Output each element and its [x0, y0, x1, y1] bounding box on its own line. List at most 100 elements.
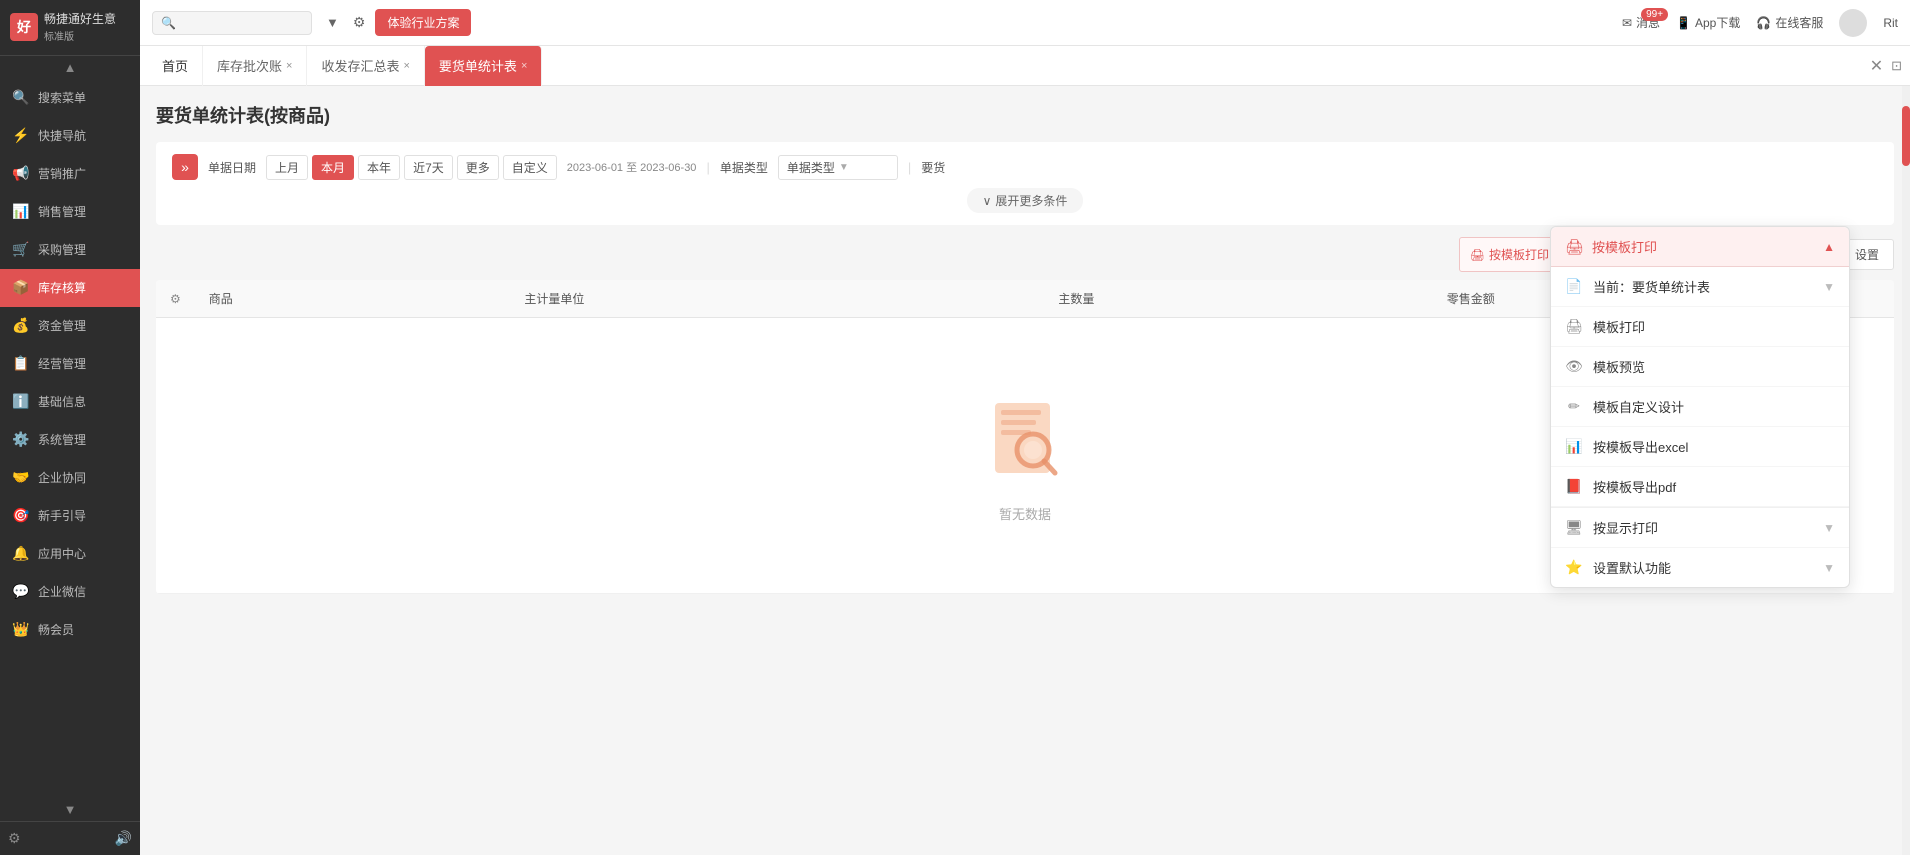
dropdown-current-template[interactable]: 📄 当前：要货单统计表 ▼: [1551, 267, 1849, 307]
tab-collection-close[interactable]: ×: [403, 60, 409, 72]
sidebar-item-system-label: 系统管理: [38, 431, 86, 448]
dropdown-item-display-print[interactable]: 🖥 按显示打印 ▼: [1551, 508, 1849, 548]
trial-industry-button[interactable]: 体验行业方案: [375, 9, 471, 36]
topbar-app-download[interactable]: 📱 App下载: [1676, 14, 1740, 31]
sidebar-scroll-up[interactable]: ▲: [0, 56, 140, 79]
sidebar-item-quick-label: 快捷导航: [38, 127, 86, 144]
dropdown-item-default-func[interactable]: ⭐ 设置默认功能 ▼: [1551, 548, 1849, 587]
date-btn-cur[interactable]: 本月: [312, 155, 354, 180]
topbar-dropdown-btn[interactable]: ▼: [322, 15, 343, 30]
dropdown-item-template-excel[interactable]: 📊 按模板导出excel: [1551, 427, 1849, 467]
dropdown-item-template-custom[interactable]: ✏ 模板自定义设计: [1551, 387, 1849, 427]
sidebar-item-wechat[interactable]: 💬 企业微信: [0, 573, 140, 611]
default-func-icon: ⭐: [1565, 559, 1583, 576]
current-template-left: 📄 当前：要货单统计表: [1565, 277, 1710, 296]
date-btn-custom[interactable]: 自定义: [503, 155, 557, 180]
sidebar-item-sales-label: 销售管理: [38, 203, 86, 220]
right-scrollbar[interactable]: [1902, 86, 1910, 855]
username-label[interactable]: Rit: [1883, 16, 1898, 30]
dropdown-print-icon: 🖨: [1565, 238, 1584, 256]
dropdown-item-template-preview[interactable]: 👁 模板预览: [1551, 347, 1849, 387]
operation-icon: 📋: [12, 355, 30, 373]
window-expand-btn[interactable]: ⊡: [1891, 58, 1902, 74]
user-avatar[interactable]: [1839, 9, 1867, 37]
print-label: 按模板打印: [1489, 246, 1549, 263]
sound-icon[interactable]: 🔊: [115, 830, 132, 847]
service-label: 在线客服: [1775, 14, 1823, 31]
sidebar-item-wechat-label: 企业微信: [38, 583, 86, 600]
default-func-arrow-icon: ▼: [1823, 561, 1835, 575]
service-icon: 🎧: [1756, 16, 1771, 30]
print-icon: 🖨: [1470, 248, 1485, 262]
quick-icon: ⚡: [12, 127, 30, 145]
template-custom-label: 模板自定义设计: [1593, 397, 1684, 416]
empty-text: 暂无数据: [999, 504, 1051, 523]
finance-icon: 💰: [12, 317, 30, 335]
order-type-label: 单据类型: [720, 159, 768, 176]
collab-icon: 🤝: [12, 469, 30, 487]
display-print-arrow-icon: ▼: [1823, 521, 1835, 535]
tab-order-stats[interactable]: 要货单统计表 ×: [425, 46, 542, 86]
sidebar: 好 畅捷通好生意 标准版 ▲ 🔍 搜索菜单 ⚡ 快捷导航 📢 营销推广 📊 销售…: [0, 0, 140, 855]
date-btn-prev[interactable]: 上月: [266, 155, 308, 180]
sidebar-item-collab[interactable]: 🤝 企业协同: [0, 459, 140, 497]
window-close-btn[interactable]: ✕: [1870, 56, 1883, 76]
wechat-icon: 💬: [12, 583, 30, 601]
date-label: 单据日期: [208, 159, 256, 176]
table-header-goods: 商品: [195, 280, 511, 318]
order-type-select[interactable]: 单据类型 ▼: [778, 155, 898, 180]
sidebar-item-operation[interactable]: 📋 经营管理: [0, 345, 140, 383]
dropdown-header-right: ▲: [1823, 240, 1835, 254]
sidebar-item-guide-label: 新手引导: [38, 507, 86, 524]
settings-icon[interactable]: ⚙: [8, 830, 21, 847]
dropdown-collapse-icon[interactable]: ▲: [1823, 240, 1835, 254]
filter-card: » 单据日期 上月 本月 本年 近7天 更多 自定义 2023-06-01 至 …: [156, 142, 1894, 225]
sidebar-item-finance[interactable]: 💰 资金管理: [0, 307, 140, 345]
display-print-label: 按显示打印: [1593, 518, 1658, 537]
topbar-gear-icon[interactable]: ⚙: [353, 14, 366, 31]
sidebar-item-marketing[interactable]: 📢 营销推广: [0, 155, 140, 193]
filter-expand-row: ∨ 展开更多条件: [172, 188, 1878, 213]
sidebar-bottom: ⚙ 🔊: [0, 821, 140, 855]
sidebar-item-member[interactable]: 👑 畅会员: [0, 611, 140, 649]
sidebar-item-sales[interactable]: 📊 销售管理: [0, 193, 140, 231]
dropdown-item-template-print[interactable]: 🖨 模板打印: [1551, 307, 1849, 347]
marketing-icon: 📢: [12, 165, 30, 183]
filter-expand-btn[interactable]: »: [172, 154, 198, 180]
app-name: 畅捷通好生意: [44, 12, 116, 28]
template-preview-label: 模板预览: [1593, 357, 1645, 376]
date-btn-year[interactable]: 本年: [358, 155, 400, 180]
column-settings-icon[interactable]: ⚙: [170, 292, 181, 306]
scrollbar-thumb: [1902, 106, 1910, 166]
date-btn-more[interactable]: 更多: [457, 155, 499, 180]
current-template-icon: 📄: [1565, 278, 1583, 295]
tab-collection[interactable]: 收发存汇总表 ×: [307, 46, 424, 86]
order-type-arrow-icon: ▼: [839, 162, 849, 173]
sidebar-item-basic[interactable]: ℹ️ 基础信息: [0, 383, 140, 421]
topbar-messages[interactable]: ✉ 消息 99+: [1622, 14, 1660, 31]
topbar-search-input[interactable]: [182, 16, 282, 30]
dropdown-item-template-pdf[interactable]: 📕 按模板导出pdf: [1551, 467, 1849, 507]
expand-more-button[interactable]: ∨ 展开更多条件: [967, 188, 1084, 213]
app-download-icon: 📱: [1676, 16, 1691, 30]
topbar-search-box[interactable]: 🔍: [152, 11, 312, 35]
sidebar-item-purchase-label: 采购管理: [38, 241, 86, 258]
sidebar-item-search[interactable]: 🔍 搜索菜单: [0, 79, 140, 117]
sidebar-scroll-down[interactable]: ▼: [0, 798, 140, 821]
sidebar-item-basic-label: 基础信息: [38, 393, 86, 410]
tab-home[interactable]: 首页: [148, 46, 203, 86]
sidebar-item-inventory[interactable]: 📦 库存核算: [0, 269, 140, 307]
sidebar-item-system[interactable]: ⚙️ 系统管理: [0, 421, 140, 459]
date-btn-week[interactable]: 近7天: [404, 155, 453, 180]
sidebar-item-quick[interactable]: ⚡ 快捷导航: [0, 117, 140, 155]
topbar-service[interactable]: 🎧 在线客服: [1756, 14, 1823, 31]
sidebar-item-guide[interactable]: 🎯 新手引导: [0, 497, 140, 535]
sidebar-item-purchase[interactable]: 🛒 采购管理: [0, 231, 140, 269]
inventory-icon: 📦: [12, 279, 30, 297]
sidebar-item-appstore[interactable]: 🔔 应用中心: [0, 535, 140, 573]
sidebar-item-operation-label: 经营管理: [38, 355, 86, 372]
sidebar-logo: 好 畅捷通好生意 标准版: [0, 0, 140, 56]
tab-batch-close[interactable]: ×: [286, 60, 292, 72]
tab-batch[interactable]: 库存批次账 ×: [203, 46, 307, 86]
tab-order-stats-close[interactable]: ×: [521, 60, 527, 72]
